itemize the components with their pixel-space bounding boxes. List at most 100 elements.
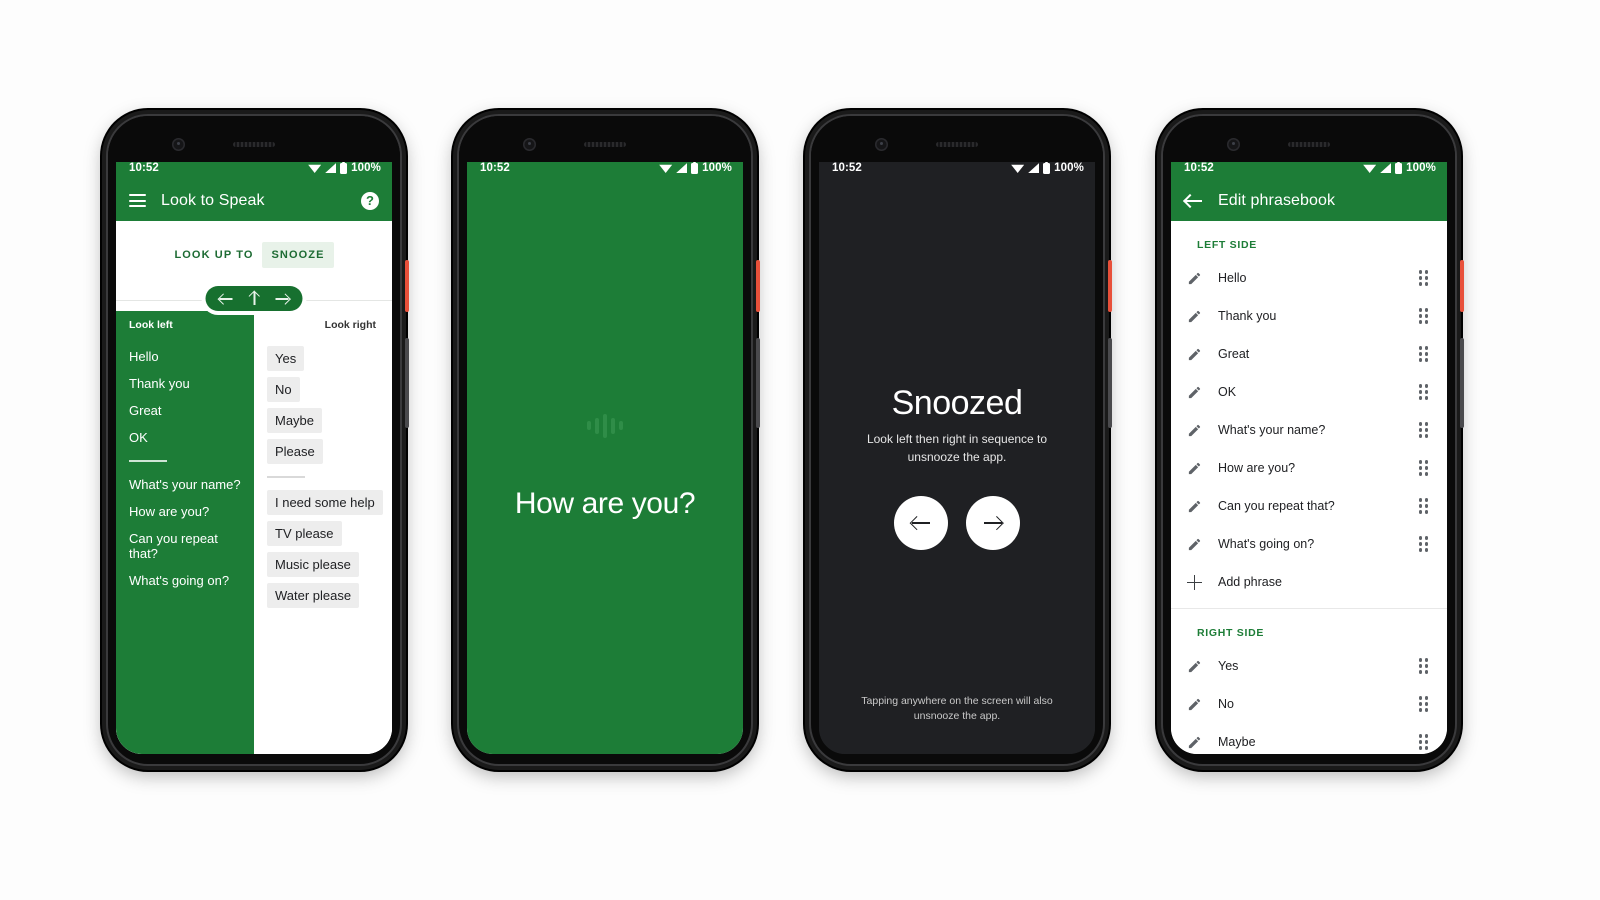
phone-1-volume-button[interactable] [405,338,409,428]
snooze-hint-prefix: LOOK UP TO [174,249,254,261]
add-phrase-row[interactable]: Add phrase [1171,563,1447,601]
list-item[interactable]: Maybe [267,408,323,433]
spoken-phrase: How are you? [514,486,696,520]
snoozed-screen[interactable]: Snoozed Look left then right in sequence… [819,180,1095,754]
arrow-back-icon[interactable] [1184,191,1203,210]
list-item[interactable]: Please [267,439,323,464]
list-item[interactable]: No [267,377,300,402]
pencil-icon[interactable] [1187,537,1202,552]
drag-handle-icon[interactable] [1419,658,1430,674]
list-item[interactable]: What's going on? [116,567,254,594]
phrase-label: What's your name? [1218,423,1326,437]
arrow-left-icon[interactable] [217,291,234,306]
help-icon[interactable]: ? [361,191,379,210]
arrow-right-icon[interactable] [275,291,291,306]
table-row[interactable]: Can you repeat that? [1171,487,1447,525]
drag-handle-icon[interactable] [1419,422,1430,438]
snoozed-subtitle: Look left then right in sequence to unsn… [866,432,1048,464]
phone-4-bezel: 10:52 100% Edit phrasebook LEFT SIDE Hel… [1163,116,1455,764]
page-title: Look to Speak [161,191,265,209]
snooze-button[interactable]: SNOOZE [262,242,334,268]
drag-handle-icon[interactable] [1419,346,1430,362]
list-item[interactable]: Hello [116,343,254,370]
phone-3-power-button[interactable] [1108,260,1112,312]
drag-handle-icon[interactable] [1419,460,1430,476]
phone-3-screen: 10:52 100% Snoozed Look left then right … [819,156,1095,754]
list-item[interactable]: I need some help [267,489,383,515]
phrase-label: What's going on? [1218,537,1315,551]
table-row[interactable]: Great [1171,335,1447,373]
drag-handle-icon[interactable] [1419,384,1430,400]
drag-handle-icon[interactable] [1419,696,1430,712]
wifi-icon [1363,164,1377,173]
drag-handle-icon[interactable] [1419,734,1430,750]
front-camera-icon [1227,138,1240,151]
pencil-icon[interactable] [1187,461,1202,476]
table-row[interactable]: What's your name? [1171,411,1447,449]
cellular-signal-icon [325,163,337,173]
list-item[interactable]: How are you? [116,498,254,525]
table-row[interactable]: What's going on? [1171,525,1447,563]
plus-icon[interactable] [1187,574,1202,590]
drag-handle-icon[interactable] [1419,270,1430,286]
list-item[interactable]: Music please [267,551,359,577]
section-header-right: RIGHT SIDE [1197,627,1265,639]
hamburger-icon[interactable] [129,194,146,207]
status-indicators: 100% [659,160,732,174]
pencil-icon[interactable] [1187,499,1202,514]
phone-3-snoozed: 10:52 100% Snoozed Look left then right … [805,110,1112,770]
phone-2-volume-button[interactable] [756,338,760,428]
pencil-icon[interactable] [1187,423,1202,438]
pencil-icon[interactable] [1187,271,1202,286]
phrase-label: Hello [1218,271,1247,285]
front-camera-icon [172,138,185,151]
phone-2-screen: 10:52 100% How are you? [467,156,743,754]
phone-2-power-button[interactable] [756,260,760,312]
list-item[interactable]: Yes [267,346,305,371]
section-header-left: LEFT SIDE [1197,239,1257,251]
pencil-icon[interactable] [1187,385,1202,400]
battery-percent: 100% [1054,162,1084,174]
list-item[interactable]: TV please [267,520,342,546]
phone-3-notch [811,116,1103,162]
list-item[interactable]: Water please [267,582,360,608]
pencil-icon[interactable] [1187,659,1202,674]
battery-icon [1043,160,1051,174]
cellular-signal-icon [1380,163,1392,173]
list-item[interactable]: OK [116,424,254,451]
pencil-icon[interactable] [1187,347,1202,362]
list-item[interactable]: Can you repeat that? [116,525,254,567]
phone-3-volume-button[interactable] [1108,338,1112,428]
list-item[interactable]: Great [116,397,254,424]
list-item[interactable]: What's your name? [116,471,254,498]
unsnooze-left-button[interactable] [894,495,948,550]
table-row[interactable]: OK [1171,373,1447,411]
audio-waveform-icon [586,413,624,439]
phone-4-volume-button[interactable] [1460,338,1464,428]
pencil-icon[interactable] [1187,309,1202,324]
arrow-left-icon [910,513,931,533]
speaking-screen[interactable]: How are you? [467,180,743,754]
phone-4-power-button[interactable] [1460,260,1464,312]
status-time: 10:52 [832,162,862,174]
drag-handle-icon[interactable] [1419,536,1430,552]
status-indicators: 100% [308,160,381,174]
table-row[interactable]: How are you? [1171,449,1447,487]
list-item[interactable]: Thank you [116,370,254,397]
table-row[interactable]: No [1171,685,1447,723]
table-row[interactable]: Thank you [1171,297,1447,335]
drag-handle-icon[interactable] [1419,498,1430,514]
drag-handle-icon[interactable] [1419,308,1430,324]
arrow-up-icon[interactable] [247,290,262,306]
table-row[interactable]: Hello [1171,259,1447,297]
battery-percent: 100% [702,162,732,174]
cellular-signal-icon [1028,163,1040,173]
phone-1-power-button[interactable] [405,260,409,312]
phrasebook-list[interactable]: LEFT SIDE Hello Thank you Great OK What'… [1171,221,1447,754]
table-row[interactable]: Maybe [1171,723,1447,754]
unsnooze-right-button[interactable] [966,495,1020,550]
pencil-icon[interactable] [1187,735,1202,750]
table-row[interactable]: Yes [1171,647,1447,685]
pencil-icon[interactable] [1187,697,1202,712]
gaze-nav-pill[interactable] [205,286,303,311]
